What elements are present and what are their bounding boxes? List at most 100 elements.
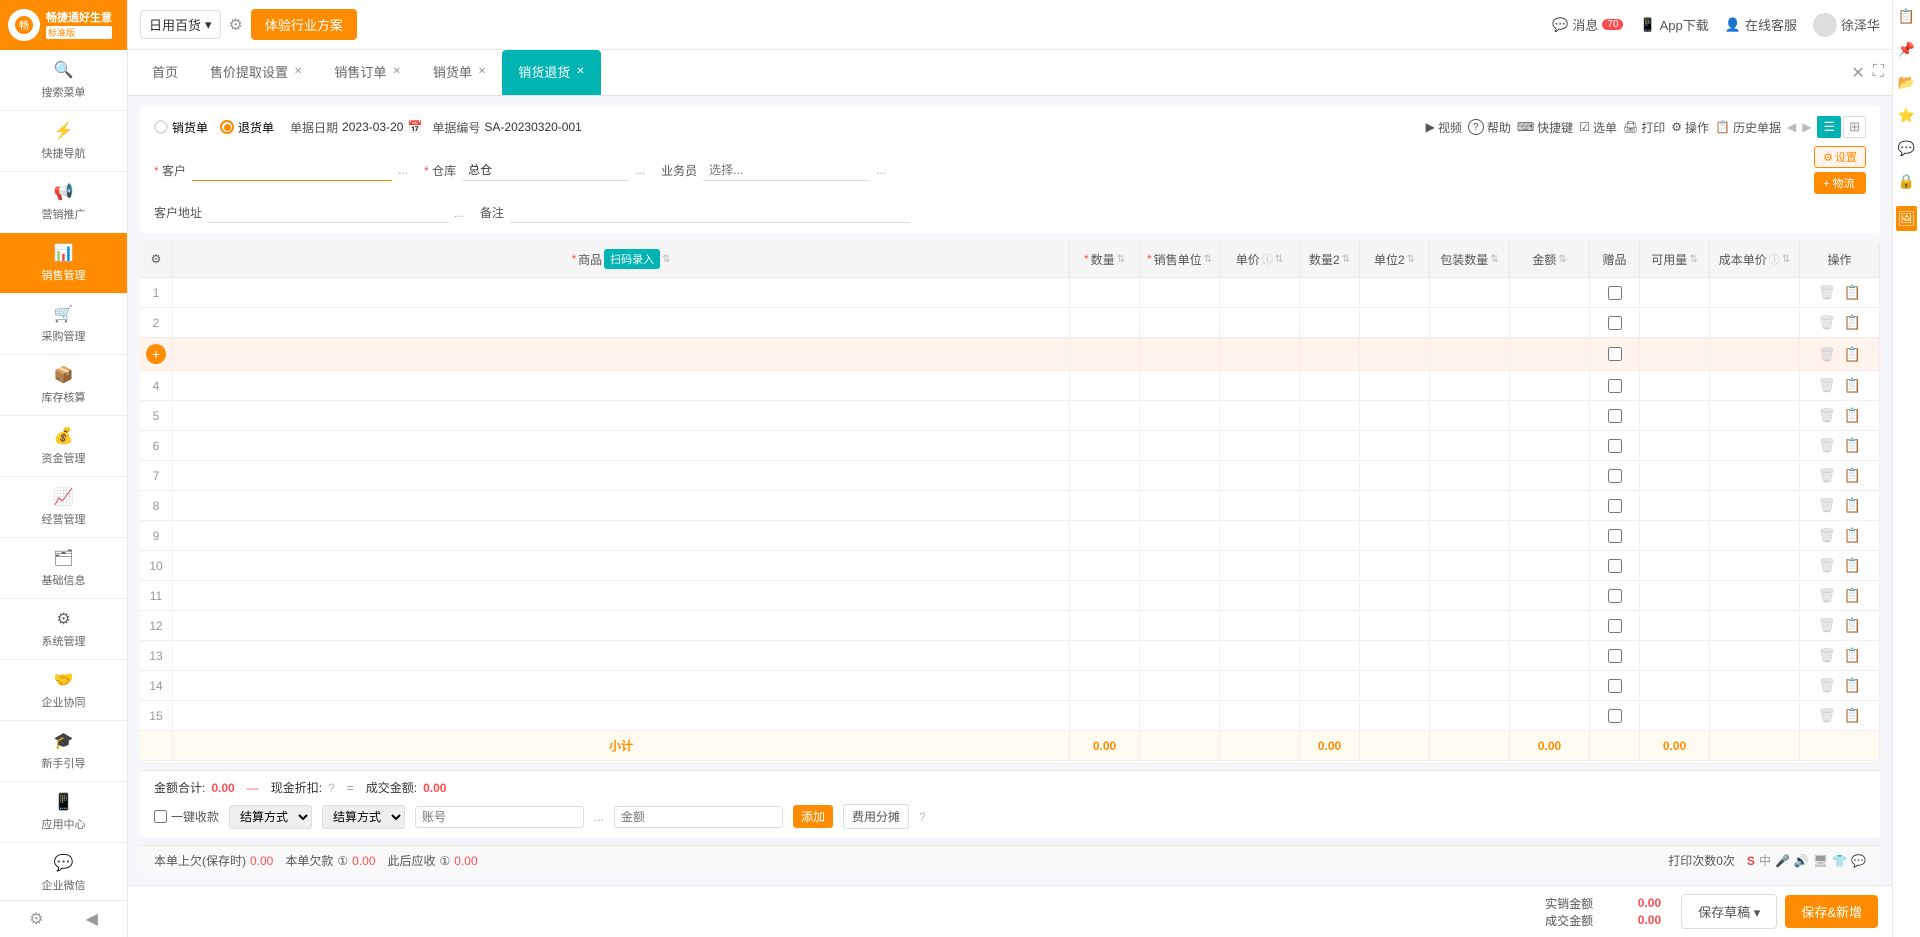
- video-action[interactable]: ▶ 视频: [1426, 119, 1462, 136]
- tab-sale-order[interactable]: 销售订单 ✕: [318, 50, 416, 95]
- data-cell[interactable]: [1430, 491, 1510, 521]
- data-cell[interactable]: [1430, 701, 1510, 731]
- avail-cell[interactable]: [1640, 401, 1710, 431]
- data-cell[interactable]: [1360, 641, 1430, 671]
- data-cell[interactable]: [1300, 521, 1360, 551]
- rp-icon-2[interactable]: 📌: [1898, 41, 1915, 58]
- shortcut-action[interactable]: ⌨ 快捷键: [1517, 119, 1573, 136]
- data-cell[interactable]: [1430, 521, 1510, 551]
- product-cell[interactable]: [173, 308, 1070, 338]
- add-payment-btn[interactable]: 添加: [793, 805, 833, 828]
- cost-cell[interactable]: [1710, 701, 1800, 731]
- data-cell[interactable]: [1300, 701, 1360, 731]
- data-cell[interactable]: [1510, 308, 1590, 338]
- data-cell[interactable]: [1140, 671, 1220, 701]
- copy-row-icon[interactable]: 📋: [1844, 707, 1861, 724]
- calendar-icon[interactable]: 📅: [407, 120, 422, 134]
- data-cell[interactable]: [1430, 461, 1510, 491]
- sort-avail-icon[interactable]: ⇅: [1689, 254, 1697, 265]
- data-cell[interactable]: [1510, 278, 1590, 308]
- scan-enter-btn[interactable]: 扫码录入: [604, 249, 660, 269]
- expense-split-btn[interactable]: 费用分摊: [843, 804, 909, 829]
- data-cell[interactable]: [1360, 461, 1430, 491]
- product-input[interactable]: [179, 347, 1063, 362]
- data-cell[interactable]: [1430, 641, 1510, 671]
- data-cell[interactable]: [1300, 551, 1360, 581]
- data-cell[interactable]: [1220, 278, 1300, 308]
- salesperson-input[interactable]: [703, 160, 870, 181]
- gift-checkbox[interactable]: [1608, 679, 1622, 693]
- sort-icon[interactable]: ⇅: [662, 254, 670, 265]
- sidebar-item-marketing[interactable]: 📢 营销推广: [0, 172, 127, 233]
- gift-checkbox[interactable]: [1608, 316, 1622, 330]
- data-cell[interactable]: [1300, 581, 1360, 611]
- data-cell[interactable]: [1070, 491, 1140, 521]
- avail-cell[interactable]: [1640, 371, 1710, 401]
- data-cell[interactable]: [1220, 431, 1300, 461]
- data-cell[interactable]: [1220, 611, 1300, 641]
- category-select[interactable]: 日用百货 ▾: [140, 10, 221, 39]
- sort-pkgqty-icon[interactable]: ⇅: [1490, 254, 1498, 265]
- data-cell[interactable]: [1430, 338, 1510, 371]
- sort-qty2-icon[interactable]: ⇅: [1342, 254, 1350, 265]
- gift-checkbox[interactable]: [1608, 469, 1622, 483]
- data-cell[interactable]: [1430, 308, 1510, 338]
- gift-checkbox[interactable]: [1608, 409, 1622, 423]
- data-cell[interactable]: [1220, 338, 1300, 371]
- cost-cell[interactable]: [1710, 641, 1800, 671]
- delete-row-icon[interactable]: 🗑: [1818, 407, 1836, 424]
- user-item[interactable]: 徐泽华: [1813, 13, 1880, 37]
- data-cell[interactable]: [1360, 551, 1430, 581]
- gift-checkbox[interactable]: [1608, 529, 1622, 543]
- th-gear[interactable]: ⚙: [140, 241, 173, 278]
- save-draft-button[interactable]: 保存草稿 ▾: [1681, 894, 1777, 929]
- copy-row-icon[interactable]: 📋: [1844, 314, 1861, 331]
- sidebar-item-search[interactable]: 🔍 搜索菜单: [0, 50, 127, 111]
- tab-close-sale-goods[interactable]: ✕: [478, 66, 486, 77]
- delete-row-icon[interactable]: 🗑: [1818, 527, 1836, 544]
- avail-cell[interactable]: [1640, 491, 1710, 521]
- operate-action[interactable]: ⚙ 操作: [1671, 119, 1709, 136]
- data-cell[interactable]: [1140, 701, 1220, 731]
- delete-row-icon[interactable]: 🗑: [1818, 557, 1836, 574]
- cost-cell[interactable]: [1710, 461, 1800, 491]
- data-cell[interactable]: [1360, 278, 1430, 308]
- copy-row-icon[interactable]: 📋: [1844, 346, 1861, 363]
- product-cell[interactable]: [173, 611, 1070, 641]
- expense-help-icon[interactable]: ?: [919, 810, 926, 824]
- data-cell[interactable]: [1070, 521, 1140, 551]
- sort-amount-icon[interactable]: ⇅: [1558, 254, 1566, 265]
- data-cell[interactable]: [1430, 581, 1510, 611]
- data-cell[interactable]: [1140, 611, 1220, 641]
- copy-row-icon[interactable]: 📋: [1844, 527, 1861, 544]
- delete-row-icon[interactable]: 🗑: [1818, 587, 1836, 604]
- sidebar-item-enterprise[interactable]: 🤝 企业协同: [0, 660, 127, 721]
- copy-row-icon[interactable]: 📋: [1844, 407, 1861, 424]
- app-download-item[interactable]: 📱 App下载: [1639, 15, 1708, 34]
- data-cell[interactable]: [1070, 308, 1140, 338]
- sort-price-icon[interactable]: ⇅: [1275, 254, 1283, 265]
- delete-row-icon[interactable]: 🗑: [1818, 707, 1836, 724]
- print-action[interactable]: 🖨 打印: [1623, 119, 1665, 136]
- data-cell[interactable]: [1140, 581, 1220, 611]
- gift-checkbox[interactable]: [1608, 559, 1622, 573]
- data-cell[interactable]: [1360, 671, 1430, 701]
- gift-checkbox[interactable]: [1608, 439, 1622, 453]
- settings-btn[interactable]: ⚙ 设置: [1814, 146, 1866, 168]
- delete-row-icon[interactable]: 🗑: [1818, 467, 1836, 484]
- radio-sale-goods[interactable]: 销货单: [154, 119, 208, 136]
- data-cell[interactable]: [1510, 521, 1590, 551]
- data-cell[interactable]: [1430, 401, 1510, 431]
- cash-discount-help-icon[interactable]: ?: [328, 781, 335, 795]
- gift-checkbox[interactable]: [1608, 649, 1622, 663]
- data-cell[interactable]: [1140, 641, 1220, 671]
- customer-input[interactable]: [192, 160, 392, 181]
- data-cell[interactable]: [1070, 551, 1140, 581]
- cost-cell[interactable]: [1710, 431, 1800, 461]
- data-cell[interactable]: [1220, 671, 1300, 701]
- avail-cell[interactable]: [1640, 461, 1710, 491]
- data-cell[interactable]: [1360, 611, 1430, 641]
- delete-row-icon[interactable]: 🗑: [1818, 677, 1836, 694]
- sidebar-item-basic[interactable]: 🗂 基础信息: [0, 538, 127, 599]
- gift-checkbox[interactable]: [1608, 589, 1622, 603]
